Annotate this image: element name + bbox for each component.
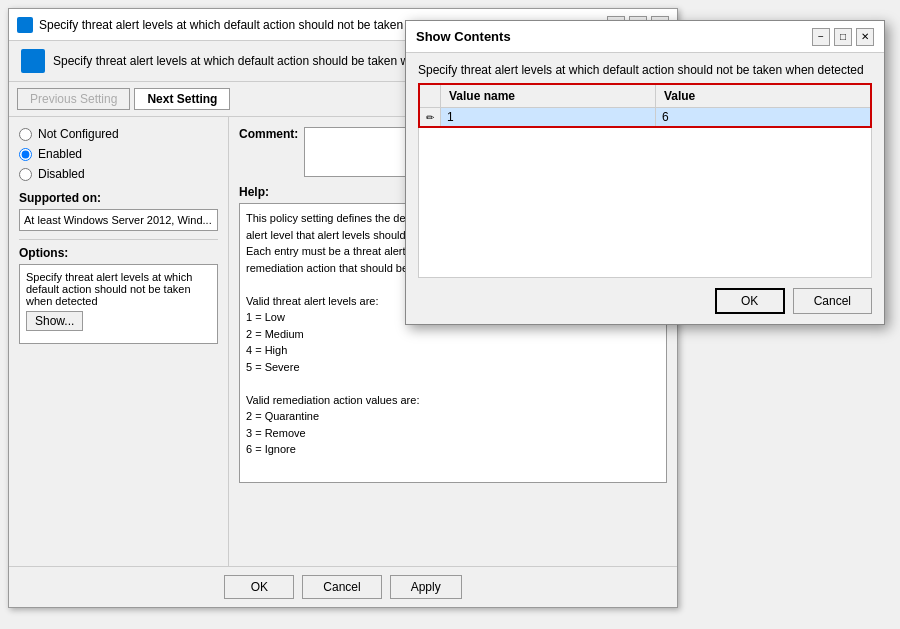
value-col-header: Value — [655, 84, 871, 108]
table-header-row: Value name Value — [419, 84, 871, 108]
dialog-minimize-button[interactable]: − — [812, 28, 830, 46]
dialog-close-button[interactable]: ✕ — [856, 28, 874, 46]
dialog-title-bar: Show Contents − □ ✕ — [406, 21, 884, 53]
dialog-footer: OK Cancel — [406, 278, 884, 324]
dialog-overlay: Show Contents − □ ✕ Specify threat alert… — [0, 0, 900, 629]
pencil-icon — [426, 110, 434, 124]
edit-icon-col-header — [419, 84, 441, 108]
value-cell[interactable] — [655, 108, 871, 128]
value-name-col-header: Value name — [441, 84, 656, 108]
contents-table: Value name Value — [418, 83, 872, 128]
dialog-description-text: Specify threat alert levels at which def… — [418, 63, 864, 77]
value-name-input[interactable] — [447, 110, 649, 124]
dialog-description: Specify threat alert levels at which def… — [406, 53, 884, 83]
table-spacer — [418, 128, 872, 278]
dialog-title: Show Contents — [416, 29, 812, 44]
row-edit-icon-cell — [419, 108, 441, 128]
dialog-table-area: Value name Value — [406, 83, 884, 278]
table-row[interactable] — [419, 108, 871, 128]
show-contents-dialog: Show Contents − □ ✕ Specify threat alert… — [405, 20, 885, 325]
dialog-cancel-button[interactable]: Cancel — [793, 288, 872, 314]
dialog-title-controls: − □ ✕ — [812, 28, 874, 46]
dialog-maximize-button[interactable]: □ — [834, 28, 852, 46]
value-input[interactable] — [662, 110, 864, 124]
dialog-ok-button[interactable]: OK — [715, 288, 785, 314]
value-name-cell[interactable] — [441, 108, 656, 128]
